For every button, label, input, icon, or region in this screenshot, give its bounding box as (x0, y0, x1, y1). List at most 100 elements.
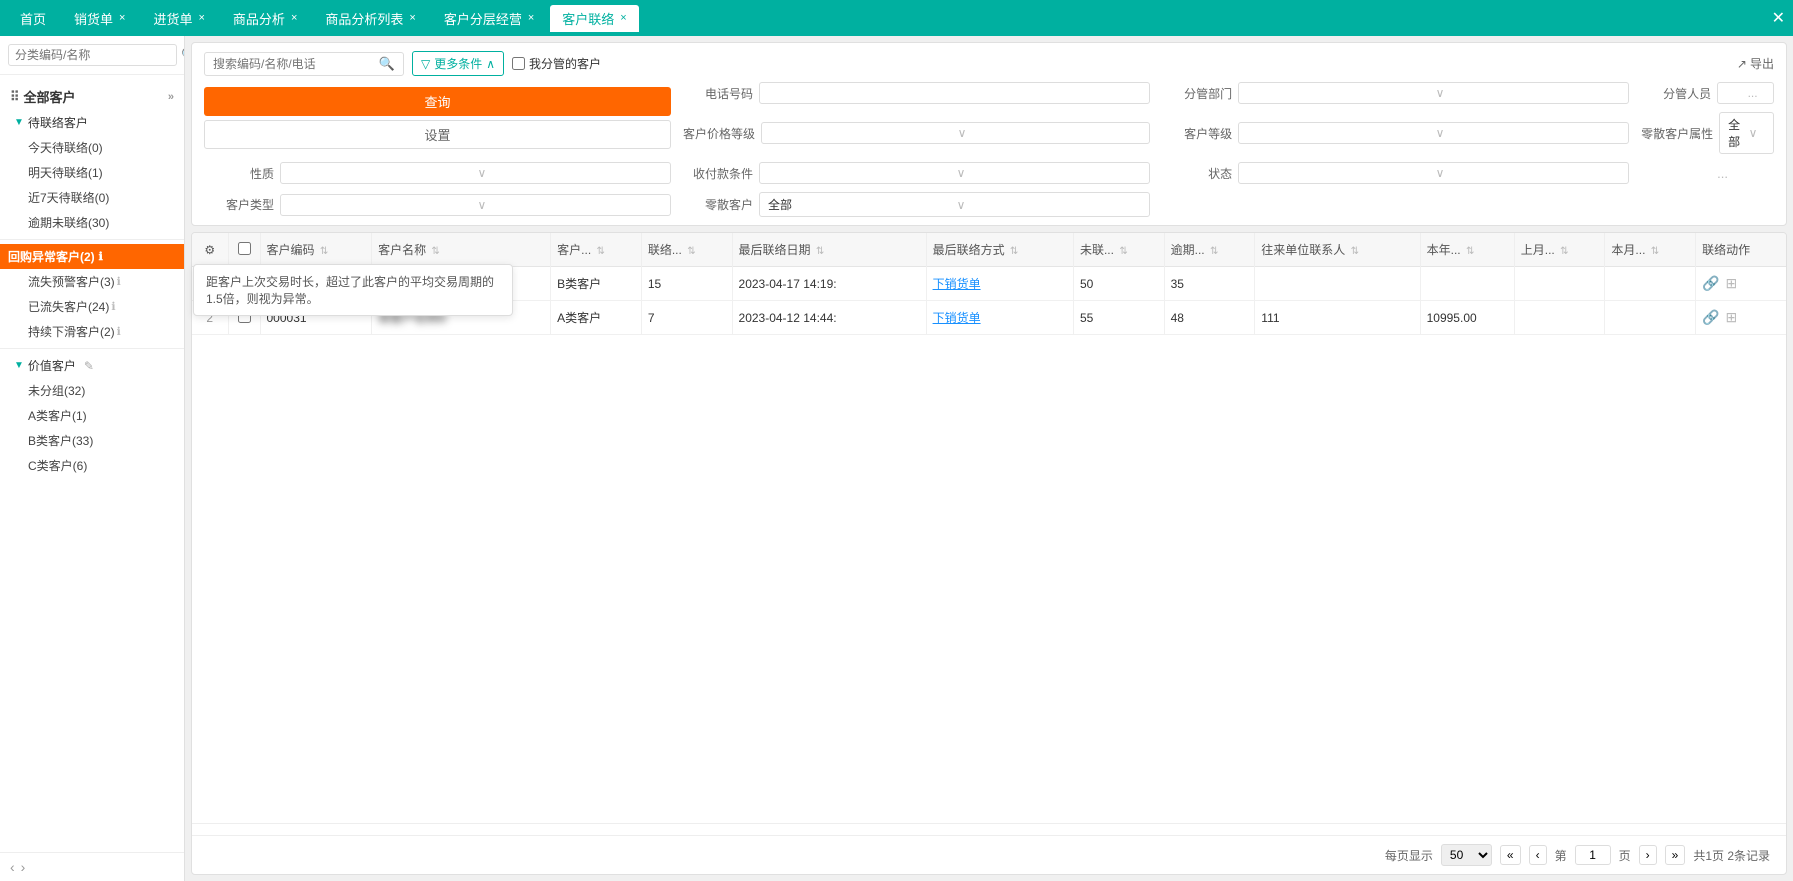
sidebar-item-today[interactable]: 今天待联络(0) (0, 135, 184, 160)
sidebar-item-class-a[interactable]: A类客户(1) (0, 403, 184, 428)
th-overdue[interactable]: 逾期... ⇅ (1164, 233, 1255, 267)
per-page-select[interactable]: 50 20 100 (1441, 844, 1492, 866)
nav-purchase[interactable]: 进货单 × (141, 5, 216, 32)
sidebar-item-ungrouped[interactable]: 未分组(32) (0, 378, 184, 403)
sidebar-divider1 (0, 239, 184, 240)
edit-value-icon[interactable]: ✎ (84, 359, 94, 373)
th-check[interactable] (228, 233, 260, 267)
sidebar-item-class-c[interactable]: C类客户(6) (0, 453, 184, 478)
chevron-down-icon-dept: ∨ (1436, 86, 1621, 100)
filter-my-customers-label[interactable]: 我分管的客户 (512, 55, 601, 72)
th-gear[interactable]: ⚙ (192, 233, 228, 267)
th-last-month[interactable]: 上月... ⇅ (1514, 233, 1605, 267)
sidebar-item-tomorrow[interactable]: 明天待联络(1) (0, 160, 184, 185)
row1-last-method[interactable]: 下销货单 (926, 267, 1073, 301)
sort-icon-unit: ⇅ (1351, 246, 1359, 257)
sidebar-collapse-button[interactable]: » (168, 91, 174, 103)
row1-contact: 15 (641, 267, 732, 301)
sidebar-group-value[interactable]: ▼ 价值客户 ✎ (0, 353, 184, 378)
row2-method-link[interactable]: 下销货单 (933, 311, 981, 325)
filter-more-conditions-button[interactable]: ▽ 更多条件 ∧ (412, 51, 504, 76)
sidebar-all-customers-header[interactable]: ⠿ 全部客户 » (0, 83, 184, 110)
th-last-date[interactable]: 最后联络日期 ⇅ (732, 233, 926, 267)
close-all-button[interactable]: ✕ (1772, 8, 1785, 28)
th-unit-contact[interactable]: 往来单位联系人 ⇅ (1255, 233, 1420, 267)
nav-home[interactable]: 首页 (8, 5, 58, 32)
th-last-method[interactable]: 最后联络方式 ⇅ (926, 233, 1073, 267)
row2-grid-icon[interactable]: ⊞ (1726, 309, 1738, 326)
nav-analysis-close[interactable]: × (291, 12, 297, 24)
prev-page-button[interactable]: ‹ (1529, 845, 1547, 865)
row2-link-icon[interactable]: 🔗 (1702, 309, 1719, 326)
nav-customer-contact-close[interactable]: × (620, 12, 626, 24)
filter-retail-attr-select[interactable]: 全部 ∨ (1719, 112, 1774, 154)
select-all-checkbox[interactable] (238, 242, 251, 255)
nav-sales[interactable]: 销货单 × (62, 5, 137, 32)
filter-phone-input[interactable] (759, 82, 1150, 104)
filter-price-grade-select[interactable]: ∨ (761, 122, 1150, 144)
info-icon-repurchase: ℹ (99, 250, 103, 263)
th-contact[interactable]: 联络... ⇅ (641, 233, 732, 267)
nav-purchase-close[interactable]: × (198, 12, 204, 24)
gear-icon[interactable]: ⚙ (204, 243, 215, 257)
filter-manager-select[interactable]: ... (1717, 82, 1774, 104)
nav-analysis-list-close[interactable]: × (409, 12, 415, 24)
row1-method-link[interactable]: 下销货单 (933, 277, 981, 291)
th-not-contact[interactable]: 未联... ⇅ (1073, 233, 1164, 267)
table-scroll-area[interactable]: ⚙ 客户编码 ⇅ 客户名称 ⇅ (192, 233, 1786, 823)
filter-payment-select[interactable]: ∨ (759, 162, 1150, 184)
setting-button[interactable]: 设置 (204, 120, 671, 149)
filter-retail-customer-select[interactable]: 全部 ∨ (759, 192, 1150, 217)
nav-sales-close[interactable]: × (119, 12, 125, 24)
sidebar-item-7days[interactable]: 近7天待联络(0) (0, 185, 184, 210)
first-page-button[interactable]: « (1500, 845, 1521, 865)
th-name[interactable]: 客户名称 ⇅ (372, 233, 551, 267)
filter-search-input[interactable] (213, 57, 375, 71)
row2-last-method[interactable]: 下销货单 (926, 301, 1073, 335)
next-page-button[interactable]: › (1639, 845, 1657, 865)
nav-analysis[interactable]: 商品分析 × (221, 5, 309, 32)
sidebar-item-declining[interactable]: 持续下滑客户(2) ℹ (0, 319, 184, 344)
sidebar-item-repurchase[interactable]: 回购异常客户(2) ℹ (0, 244, 184, 269)
nav-customer-contact[interactable]: 客户联络 × (550, 5, 638, 32)
filter-customer-grade-select[interactable]: ∨ (1238, 122, 1629, 144)
more-dots[interactable]: ... (1717, 166, 1728, 181)
table-horizontal-scrollbar[interactable] (192, 823, 1786, 835)
sidebar-item-churned[interactable]: 已流失客户(24) ℹ (0, 294, 184, 319)
th-grade[interactable]: 客户... ⇅ (551, 233, 642, 267)
filter-status-select[interactable]: ∨ (1238, 162, 1629, 184)
filter-export-button[interactable]: ↗ 导出 (1737, 55, 1774, 72)
row1-overdue: 35 (1164, 267, 1255, 301)
filter-dept-select[interactable]: ∨ (1238, 82, 1629, 104)
sidebar-item-overdue[interactable]: 逾期未联络(30) (0, 210, 184, 235)
filter-search-icon[interactable]: 🔍 (379, 56, 395, 72)
th-code[interactable]: 客户编码 ⇅ (260, 233, 372, 267)
nav-customer-tier[interactable]: 客户分层经营 × (432, 5, 546, 32)
row1-link-icon[interactable]: 🔗 (1702, 275, 1719, 292)
sidebar-item-class-b[interactable]: B类客户(33) (0, 428, 184, 453)
sort-icon-method: ⇅ (1010, 246, 1018, 257)
sidebar-prev-arrow[interactable]: ‹ (10, 859, 15, 875)
nav-analysis-label: 商品分析 (233, 9, 285, 28)
sort-icon-lmonth: ⇅ (1560, 246, 1568, 257)
filter-manager-field: 分管人员 ... (1641, 82, 1774, 104)
query-button[interactable]: 查询 (204, 87, 671, 116)
sidebar-item-churn-warning[interactable]: 流失预警客户(3) ℹ (0, 269, 184, 294)
nav-sales-label: 销货单 (74, 9, 113, 28)
sort-icon-code: ⇅ (320, 246, 328, 257)
filter-search-box[interactable]: 🔍 (204, 52, 404, 76)
last-page-button[interactable]: » (1665, 845, 1686, 865)
sidebar-next-arrow[interactable]: › (21, 859, 26, 875)
sidebar-search-input[interactable] (8, 44, 177, 66)
th-this-year[interactable]: 本年... ⇅ (1420, 233, 1514, 267)
page-number-input[interactable] (1575, 845, 1611, 865)
nav-analysis-list[interactable]: 商品分析列表 × (313, 5, 427, 32)
filter-customer-type-select[interactable]: ∨ (280, 194, 671, 216)
row1-this-year (1420, 267, 1514, 301)
row1-grid-icon[interactable]: ⊞ (1726, 275, 1738, 292)
th-this-month[interactable]: 本月... ⇅ (1605, 233, 1696, 267)
filter-gender-select[interactable]: ∨ (280, 162, 671, 184)
filter-my-customers-checkbox[interactable] (512, 57, 525, 70)
nav-customer-tier-close[interactable]: × (528, 12, 534, 24)
sidebar-group-waiting[interactable]: ▼ 待联络客户 (0, 110, 184, 135)
